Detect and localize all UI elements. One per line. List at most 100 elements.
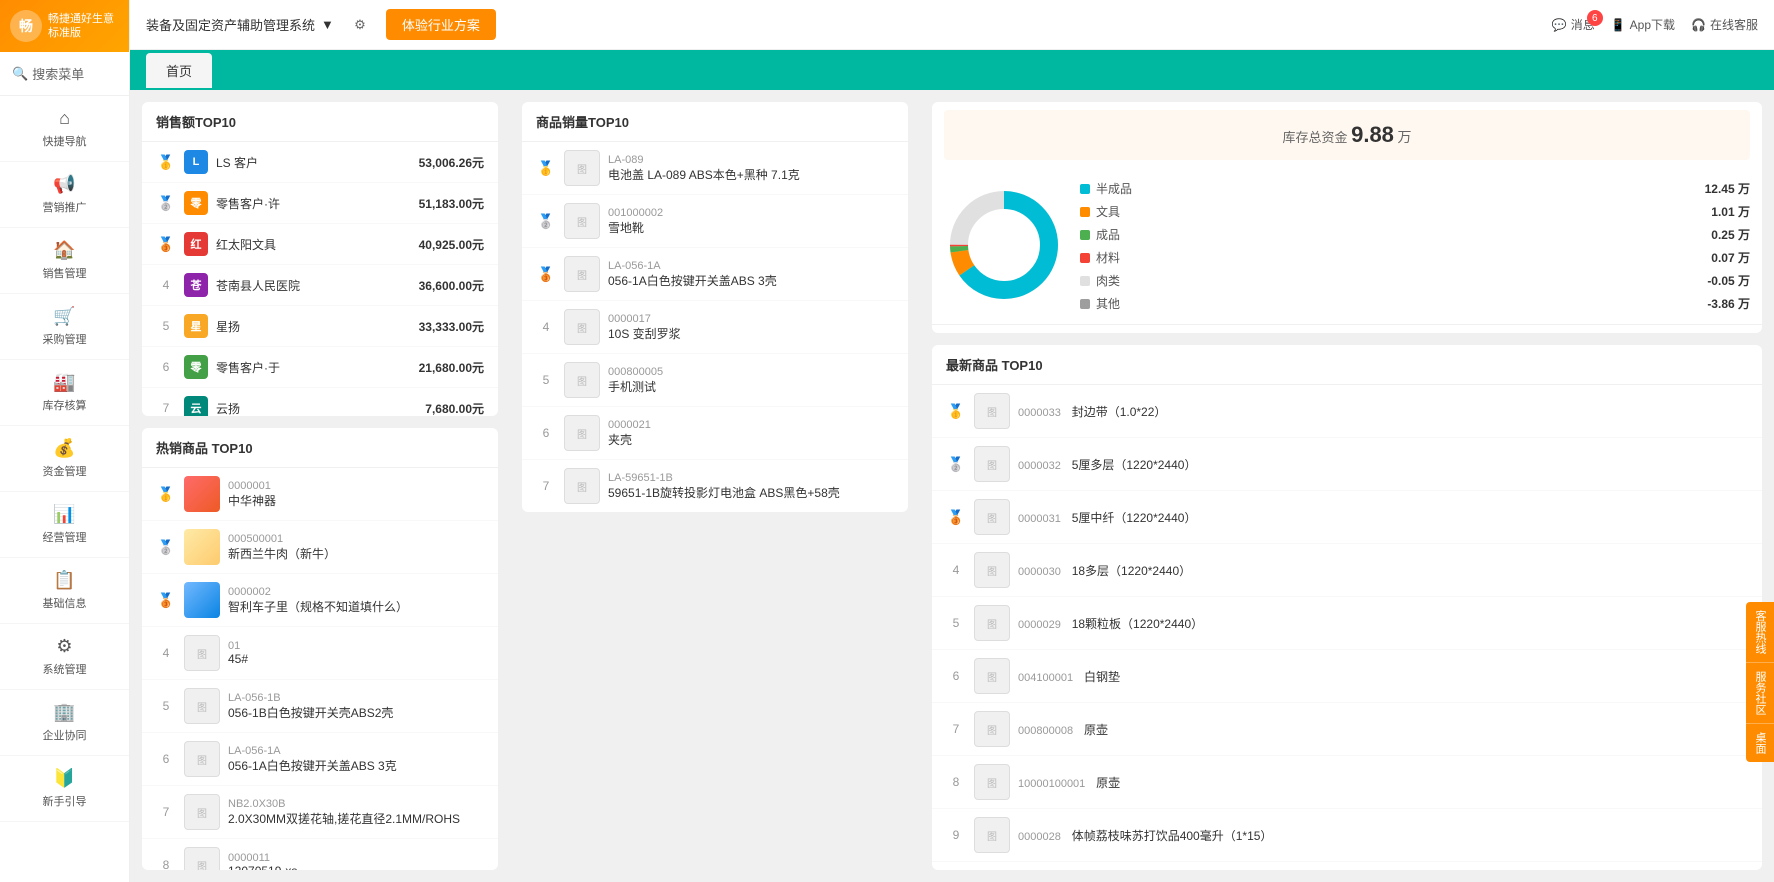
new-product-6[interactable]: 6 图 004100001 白钢垫: [932, 650, 1762, 703]
sidebar: 畅 畅捷通好生意 标准版 🔍 搜索菜单 ⌂ 快捷导航 📢 营销推广 🏠 销售管理…: [0, 0, 130, 882]
sidebar-item-marketing[interactable]: 📢 营销推广: [0, 162, 129, 228]
newest-products-header: 最新商品 TOP10: [932, 345, 1762, 385]
basics-icon: 📋: [53, 570, 75, 591]
sidebar-item-purchase[interactable]: 🛒 采购管理: [0, 294, 129, 360]
mid-product-2[interactable]: 🥈 图 001000002 雪地靴: [522, 195, 908, 248]
new-thumb-5: 图: [974, 605, 1010, 641]
medal-1: 🥇: [156, 152, 176, 172]
search-menu-button[interactable]: 🔍 搜索菜单: [8, 60, 121, 87]
customer-rank-3[interactable]: 🥉 红 红太阳文具 40,925.00元: [142, 224, 498, 265]
hot-product-4[interactable]: 4 图 01 45#: [142, 627, 498, 680]
mid-info-1: LA-089 电池盖 LA-089 ABS本色+黑种 7.1克: [608, 154, 894, 183]
customer-rank-7[interactable]: 7 云 云扬 7,680.00元: [142, 388, 498, 416]
hot-medal-1: 🥇: [156, 484, 176, 504]
desktop-button[interactable]: 桌面: [1746, 724, 1774, 762]
sidebar-item-inventory[interactable]: 🏭 库存核算: [0, 360, 129, 426]
sidebar-item-finance[interactable]: 💰 资金管理: [0, 426, 129, 492]
new-medal-3: 🥉: [946, 507, 966, 527]
new-product-4[interactable]: 4 图 0000030 18多层（1220*2440）: [932, 544, 1762, 597]
new-product-1[interactable]: 🥇 图 0000033 封边带（1.0*22）: [932, 385, 1762, 438]
new-thumb-3: 图: [974, 499, 1010, 535]
customer-icon-7: 云: [184, 396, 208, 416]
mid-product-5[interactable]: 5 图 000800005 手机测试: [522, 354, 908, 407]
customer-name-3: 红太阳文具: [216, 236, 411, 253]
new-product-9[interactable]: 9 图 0000028 体帧荔枝味苏打饮品400毫升（1*15）: [932, 809, 1762, 862]
mid-product-1[interactable]: 🥇 图 LA-089 电池盖 LA-089 ABS本色+黑种 7.1克: [522, 142, 908, 195]
top-products-middle-header: 商品销量TOP10: [522, 102, 908, 142]
customer-rank-6[interactable]: 6 零 零售客户·于 21,680.00元: [142, 347, 498, 388]
customer-icon-2: 零: [184, 191, 208, 215]
settings-button[interactable]: ⚙: [346, 11, 374, 39]
sidebar-item-guide[interactable]: 🔰 新手引导: [0, 756, 129, 822]
hot-products-title: 热销商品 TOP10: [156, 438, 253, 457]
new-product-5[interactable]: 5 图 0000029 18颗粒板（1220*2440）: [932, 597, 1762, 650]
customer-rank-5[interactable]: 5 星 星扬 33,333.00元: [142, 306, 498, 347]
hot-product-1[interactable]: 🥇 0000001 中华神器: [142, 468, 498, 521]
hot-medal-3: 🥉: [156, 590, 176, 610]
customer-value-4: 36,600.00元: [419, 277, 484, 294]
legend-item-5: 其他 -3.86 万: [1080, 295, 1750, 312]
mid-info-6: 0000021 夹壳: [608, 419, 894, 448]
rank-num-5: 5: [156, 319, 176, 333]
system-name-label: 装备及固定资产辅助管理系统: [146, 15, 315, 34]
middle-panel: 商品销量TOP10 🥇 图 LA-089 电池盖 LA-089 ABS本色+黑种…: [510, 90, 920, 882]
new-product-10[interactable]: 10 图 003800001 22g鱼豆腐·烧烤味（1*12*20）: [932, 862, 1762, 870]
service-community-button[interactable]: 服务社区: [1746, 663, 1774, 724]
trial-button[interactable]: 体验行业方案: [386, 9, 496, 40]
customer-icon-6: 零: [184, 355, 208, 379]
hot-product-2[interactable]: 🥈 000500001 新西兰牛肉（新牛）: [142, 521, 498, 574]
hot-product-3[interactable]: 🥉 0000002 智利车子里（规格不知道填什么）: [142, 574, 498, 627]
new-product-8[interactable]: 8 图 10000100001 原壶: [932, 756, 1762, 809]
customer-service-button[interactable]: 客服热线: [1746, 602, 1774, 663]
mid-product-4[interactable]: 4 图 0000017 10S 变刮罗浆: [522, 301, 908, 354]
message-button[interactable]: 💬 消息 6: [1552, 16, 1595, 33]
inventory-card: 库存总资金 9.88 万: [932, 102, 1762, 333]
hot-thumb-1: [184, 476, 220, 512]
sidebar-search[interactable]: 🔍 搜索菜单: [0, 52, 129, 96]
new-product-7[interactable]: 7 图 000800008 原壶: [932, 703, 1762, 756]
customer-rank-4[interactable]: 4 苍 苍南县人民医院 36,600.00元: [142, 265, 498, 306]
hot-product-6[interactable]: 6 图 LA-056-1A 056-1A白色按键开关盖ABS 3克: [142, 733, 498, 786]
right-panel: 库存总资金 9.88 万: [920, 90, 1774, 882]
sidebar-item-operations[interactable]: 📊 经营管理: [0, 492, 129, 558]
new-product-2[interactable]: 🥈 图 0000032 5厘多层（1220*2440）: [932, 438, 1762, 491]
customer-value-6: 21,680.00元: [419, 359, 484, 376]
sidebar-item-sales[interactable]: 🏠 销售管理: [0, 228, 129, 294]
customer-icon-4: 苍: [184, 273, 208, 297]
new-info-5: 0000029 18颗粒板（1220*2440）: [1018, 615, 1748, 632]
sidebar-item-basics[interactable]: 📋 基础信息: [0, 558, 129, 624]
customer-rank-2[interactable]: 🥈 零 零售客户·许 51,183.00元: [142, 183, 498, 224]
customer-name-5: 星扬: [216, 318, 411, 335]
hot-medal-2: 🥈: [156, 537, 176, 557]
new-thumb-8: 图: [974, 764, 1010, 800]
customer-name-6: 零售客户·于: [216, 359, 411, 376]
gear-icon: ⚙: [354, 17, 366, 33]
mid-product-3[interactable]: 🥉 图 LA-056-1A 056-1A白色按键开关盖ABS 3壳: [522, 248, 908, 301]
tab-home[interactable]: 首页: [146, 53, 212, 88]
mid-thumb-3: 图: [564, 256, 600, 292]
legend-item-3: 材料 0.07 万: [1080, 249, 1750, 266]
app-download-button[interactable]: 📱 App下载: [1611, 16, 1675, 33]
customer-name-2: 零售客户·许: [216, 195, 411, 212]
hot-product-8[interactable]: 8 图 0000011 12070519-xs: [142, 839, 498, 870]
system-selector[interactable]: 装备及固定资产辅助管理系统 ▼: [146, 15, 334, 34]
new-product-3[interactable]: 🥉 图 0000031 5厘中纤（1220*2440）: [932, 491, 1762, 544]
mid-product-6[interactable]: 6 图 0000021 夹壳: [522, 407, 908, 460]
online-service-button[interactable]: 🎧 在线客服: [1691, 16, 1758, 33]
sidebar-item-system[interactable]: ⚙ 系统管理: [0, 624, 129, 690]
sidebar-item-enterprise[interactable]: 🏢 企业协同: [0, 690, 129, 756]
rank-num-7: 7: [156, 401, 176, 415]
hot-thumb-5: 图: [184, 688, 220, 724]
logo-text: 畅捷通好生意 标准版: [48, 12, 114, 41]
sidebar-item-quick-nav[interactable]: ⌂ 快捷导航: [0, 96, 129, 162]
operations-icon: 📊: [53, 504, 75, 525]
top-customers-title: 销售额TOP10: [156, 112, 236, 131]
legend-item-1: 文具 1.01 万: [1080, 203, 1750, 220]
mid-info-4: 0000017 10S 变刮罗浆: [608, 313, 894, 342]
customer-rank-1[interactable]: 🥇 L LS 客户 53,006.26元: [142, 142, 498, 183]
hot-product-7[interactable]: 7 图 NB2.0X30B 2.0X30MM双搓花轴,搓花直径2.1MM/ROH…: [142, 786, 498, 839]
hot-product-5[interactable]: 5 图 LA-056-1B 056-1B白色按键开关壳ABS2壳: [142, 680, 498, 733]
mid-product-7[interactable]: 7 图 LA-59651-1B 59651-1B旋转投影灯电池盒 ABS黑色+5…: [522, 460, 908, 512]
inventory-label: 库存总资金: [1282, 130, 1347, 145]
finance-icon: 💰: [53, 438, 75, 459]
